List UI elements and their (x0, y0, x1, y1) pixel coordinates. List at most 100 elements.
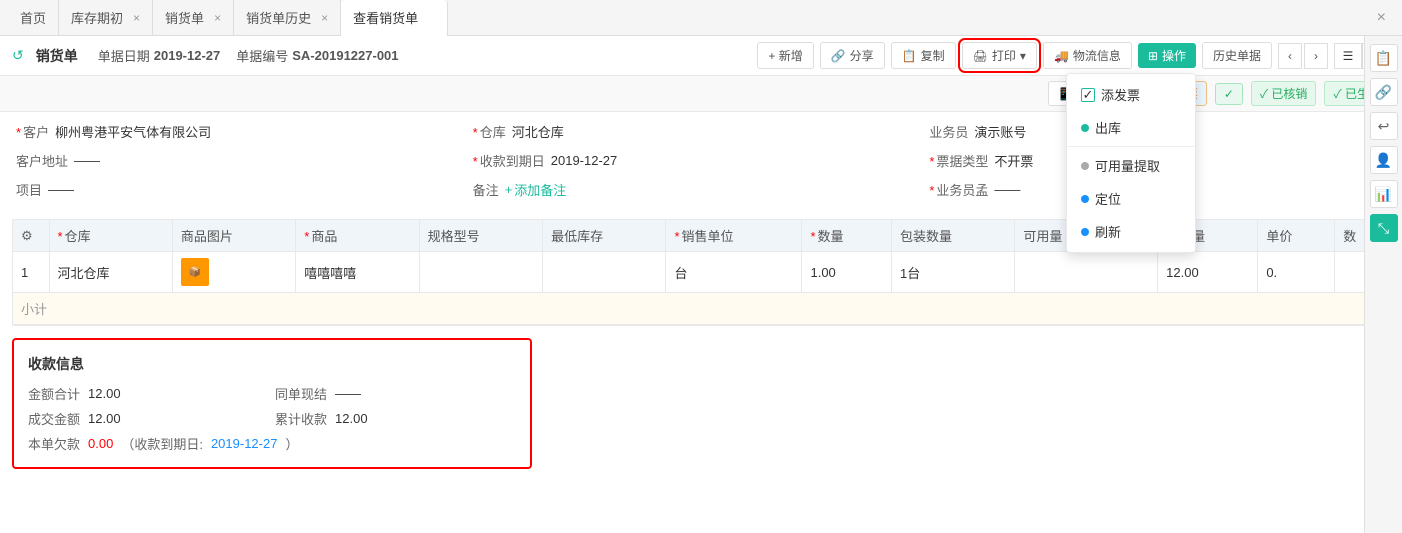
tab-inventory[interactable]: 库存期初 × (59, 0, 153, 36)
table-row: 1 河北仓库 📦 嘻嘻嘻嘻 台 1.00 1台 (13, 252, 1389, 293)
cumulative-value: 12.00 (335, 411, 368, 426)
list-view-btn[interactable]: ☰ (1334, 43, 1362, 69)
print-icon: 🖨 (973, 49, 988, 63)
invoice-icon: ✓ (1081, 88, 1095, 102)
close-sales-tab[interactable]: × (214, 11, 221, 25)
menu-divider (1067, 146, 1195, 147)
row-product: 嘻嘻嘻嘻 (296, 252, 419, 293)
available-icon (1081, 162, 1089, 170)
date-value: 2019-12-27 (154, 48, 221, 63)
col-unit-price-header: 单价 (1258, 220, 1335, 252)
locate-dot (1081, 195, 1089, 203)
next-arrow[interactable]: › (1304, 43, 1328, 69)
row-current-stock: 12.00 (1158, 252, 1258, 293)
salesperson-value: —— (994, 182, 1020, 197)
col-warehouse-header: *仓库 (49, 220, 172, 252)
print-dropdown-arrow: ▾ (1020, 49, 1026, 63)
copy-button[interactable]: 📋 复制 (891, 42, 956, 69)
close-sales-history-tab[interactable]: × (321, 11, 328, 25)
transaction-item: 成交金额 12.00 (28, 409, 269, 428)
row-unit-price: 0. (1258, 252, 1335, 293)
add-invoice-item[interactable]: ✓ 添发票 (1067, 78, 1195, 111)
payment-info-grid: 金额合计 12.00 同单现结 —— 成交金额 12.00 累计收款 12.00 (28, 384, 516, 453)
sidebar-user-icon[interactable]: 👤 (1370, 146, 1398, 174)
app-container: 首页 库存期初 × 销货单 × 销货单历史 × 查看销货单 × × ↺ 销货单 (0, 0, 1402, 533)
available-extract-item[interactable]: 可用量提取 (1067, 149, 1195, 182)
same-order-value: —— (335, 386, 361, 401)
total-amount-value: 12.00 (88, 386, 121, 401)
project-field: 项目 —— (16, 180, 473, 199)
tab-bar: 首页 库存期初 × 销货单 × 销货单历史 × 查看销货单 × × (0, 0, 1402, 36)
total-amount-label: 金额合计 (28, 384, 80, 403)
tab-view-sales[interactable]: 查看销货单 × (341, 0, 448, 36)
row-pack-qty: 1台 (892, 252, 1015, 293)
row-min-stock (543, 252, 666, 293)
check-icon-btn[interactable]: ✓ (1215, 83, 1243, 105)
row-warehouse: 河北仓库 (49, 252, 172, 293)
operate-button[interactable]: ⊞ 操作 (1138, 43, 1196, 68)
nav-arrows: ‹ › (1278, 43, 1328, 69)
tab-sales-history[interactable]: 销货单历史 × (234, 0, 341, 36)
project-value: —— (48, 182, 74, 197)
payment-date-value: 2019-12-27 (551, 153, 618, 168)
col-product-header: *商品 (296, 220, 419, 252)
product-image: 📦 (181, 258, 209, 286)
current-due-label: 本单欠款 (28, 434, 80, 453)
subtotal-row: 小计 (13, 293, 1389, 325)
header-bar: ↺ 销货单 单据日期 2019-12-27 单据编号 SA-20191227-0… (0, 36, 1402, 76)
operate-grid-icon: ⊞ (1148, 49, 1158, 63)
prev-arrow[interactable]: ‹ (1278, 43, 1302, 69)
locate-item[interactable]: 定位 (1067, 182, 1195, 215)
row-quantity: 1.00 (802, 252, 892, 293)
main-content: ↺ 销货单 单据日期 2019-12-27 单据编号 SA-20191227-0… (0, 36, 1402, 533)
col-quantity-header: *数量 (802, 220, 892, 252)
close-view-sales-tab[interactable]: × (428, 11, 435, 25)
payment-info-section: 收款信息 金额合计 12.00 同单现结 —— 成交金额 12.00 (12, 338, 532, 469)
number-value: SA-20191227-001 (292, 48, 398, 63)
out-stock-item[interactable]: 出库 (1067, 111, 1195, 144)
tab-home[interactable]: 首页 (8, 0, 59, 36)
history-button[interactable]: 历史单据 (1202, 42, 1272, 69)
doc-icon: ↺ (12, 47, 24, 64)
refresh-item[interactable]: 刷新 (1067, 215, 1195, 248)
sidebar-copy-icon[interactable]: 📋 (1370, 44, 1398, 72)
col-settings-header[interactable]: ⚙ (13, 220, 49, 252)
col-sales-unit-header: *销售单位 (666, 220, 802, 252)
col-spec-header: 规格型号 (419, 220, 542, 252)
right-sidebar: 📋 🔗 ↩ 👤 📊 ⤡ (1364, 36, 1402, 533)
print-button[interactable]: 🖨 打印 ▾ (962, 42, 1037, 69)
share-button[interactable]: 🔗 分享 (820, 42, 885, 69)
print-wrapper: 🖨 打印 ▾ (962, 42, 1037, 69)
row-image: 📦 (172, 252, 295, 293)
add-note-button[interactable]: + 添加备注 (505, 180, 567, 199)
customer-value: 柳州粤港平安气体有限公司 (55, 122, 211, 141)
address-value: —— (74, 153, 100, 168)
verified-check-icon: ✓ (1260, 87, 1268, 101)
subtotal-label: 小计 (13, 293, 1389, 325)
share-icon: 🔗 (831, 49, 846, 63)
transaction-label: 成交金额 (28, 409, 80, 428)
effect-check-icon: ✓ (1333, 87, 1341, 101)
settings-icon[interactable]: ⚙ (21, 228, 33, 243)
note-field: 备注 + 添加备注 (473, 180, 930, 199)
sidebar-link-icon[interactable]: 🔗 (1370, 78, 1398, 106)
col-pack-qty-header: 包装数量 (892, 220, 1015, 252)
warehouse-field: *仓库 河北仓库 (473, 122, 930, 141)
logistics-button[interactable]: 🚚 物流信息 (1043, 42, 1132, 69)
sidebar-return-icon[interactable]: ↩ (1370, 112, 1398, 140)
same-order-label: 同单现结 (275, 384, 327, 403)
sidebar-expand-icon[interactable]: ⤡ (1370, 214, 1398, 242)
app-close-button[interactable]: × (1369, 9, 1394, 27)
sidebar-chart-icon[interactable]: 📊 (1370, 180, 1398, 208)
content-wrapper: ↺ 销货单 单据日期 2019-12-27 单据编号 SA-20191227-0… (0, 36, 1402, 481)
row-seq: 1 (13, 252, 49, 293)
new-button[interactable]: + 新增 (757, 42, 813, 69)
row-sales-unit: 台 (666, 252, 802, 293)
operate-wrapper: ⊞ 操作 ✓ 添发票 出库 (1138, 43, 1196, 68)
tab-sales[interactable]: 销货单 × (153, 0, 234, 36)
total-amount-item: 金额合计 12.00 (28, 384, 269, 403)
col-image-header: 商品图片 (172, 220, 295, 252)
close-inventory-tab[interactable]: × (133, 11, 140, 25)
current-due-item: 本单欠款 0.00 （收款到期日: 2019-12-27 ） (28, 434, 516, 453)
transaction-value: 12.00 (88, 411, 121, 426)
